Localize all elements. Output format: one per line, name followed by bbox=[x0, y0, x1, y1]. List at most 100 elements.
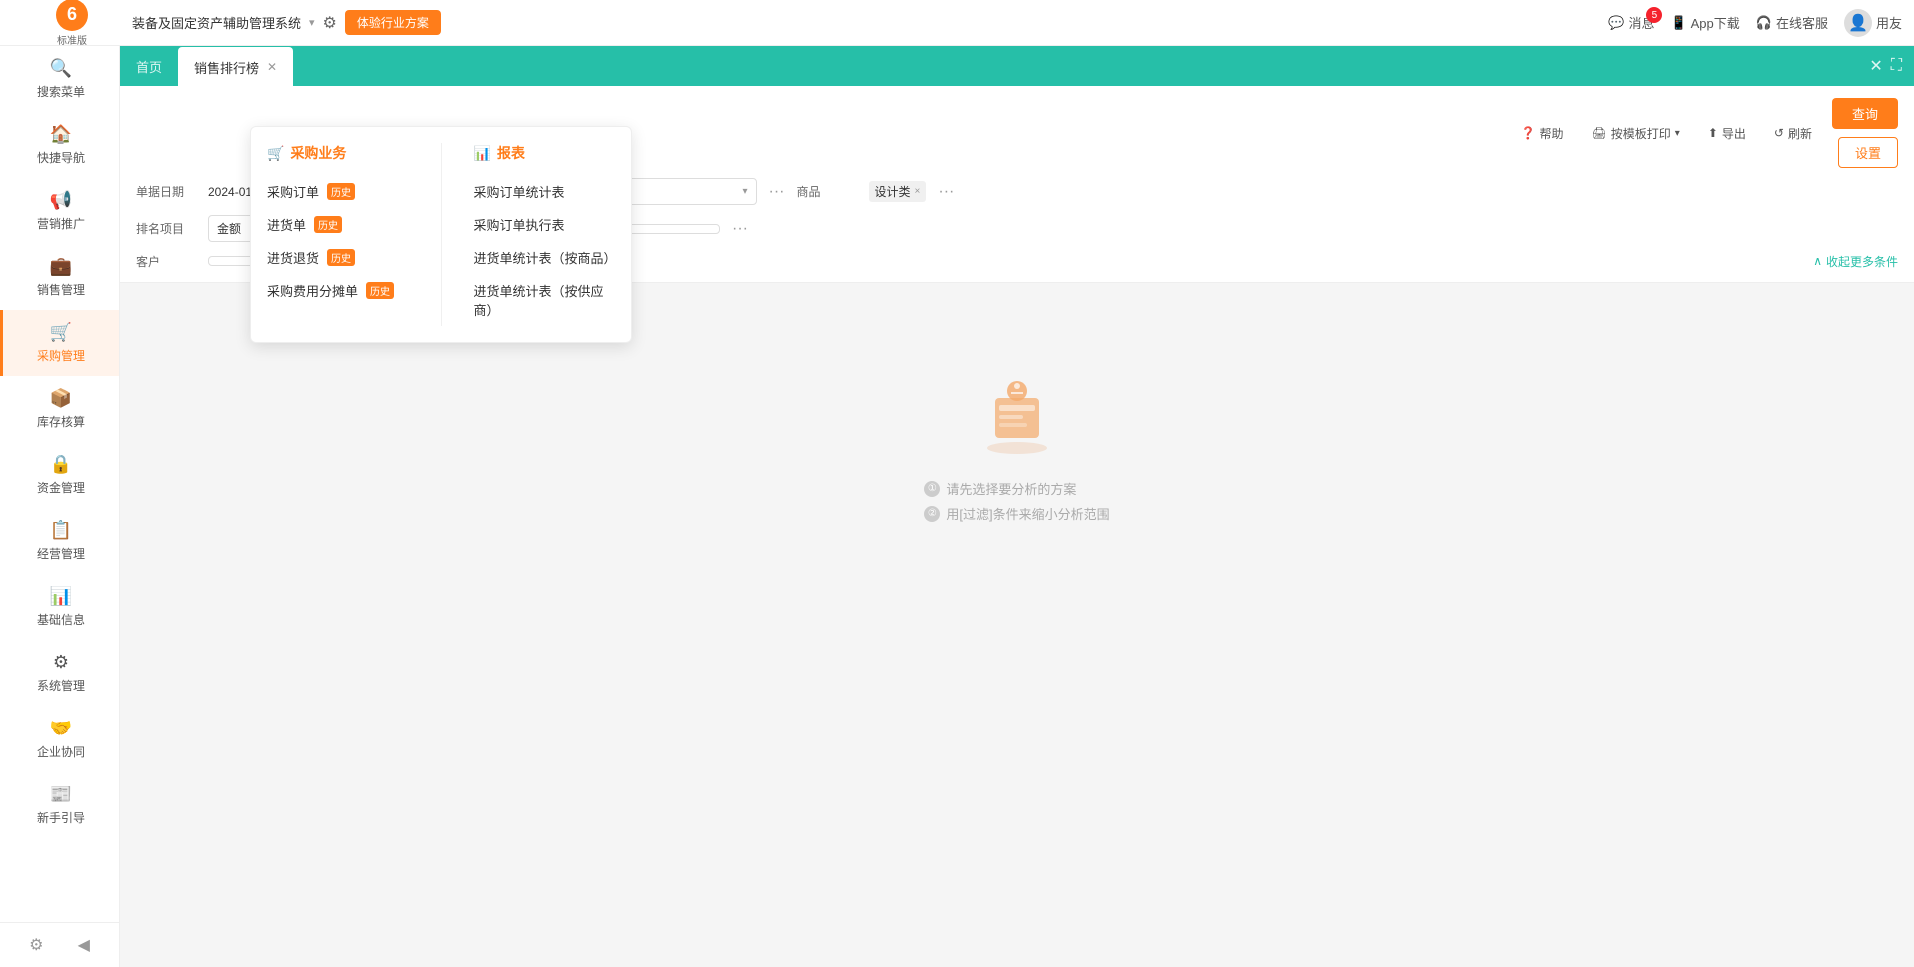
messages-button[interactable]: 💬 消息 5 bbox=[1608, 13, 1654, 32]
sidebar-label-operations: 经营管理 bbox=[37, 545, 85, 562]
sidebar-item-marketing[interactable]: 📢 营销推广 bbox=[0, 178, 119, 244]
sidebar-item-enterprise[interactable]: 🤝 企业协同 bbox=[0, 706, 119, 772]
sidebar-item-capital[interactable]: 🔒 资金管理 bbox=[0, 442, 119, 508]
sidebar-label-search: 搜索菜单 bbox=[37, 83, 85, 100]
dropdown-label-po-execution: 采购订单执行表 bbox=[474, 215, 565, 234]
sidebar-settings-icon[interactable]: ⚙ bbox=[29, 935, 43, 955]
dropdown-label-purchase-fee: 采购费用分摊单 bbox=[267, 281, 358, 300]
sidebar-item-purchase[interactable]: 🛒 采购管理 bbox=[0, 310, 119, 376]
export-button[interactable]: ⬆ 导出 bbox=[1700, 121, 1754, 146]
print-dropdown-icon: ▾ bbox=[1675, 128, 1680, 139]
empty-hints: ① 请先选择要分析的方案 ② 用[过滤]条件来缩小分析范围 bbox=[924, 479, 1109, 523]
export-label: 导出 bbox=[1722, 125, 1746, 142]
help-label: 帮助 bbox=[1540, 125, 1564, 142]
dropdown-item-purchase-fee[interactable]: 采购费用分摊单 历史 bbox=[267, 274, 409, 307]
user-area[interactable]: 👤 用友 bbox=[1844, 9, 1902, 37]
report-col: 📊 报表 采购订单统计表 采购订单执行表 进货单统计表（按商品） 进货单统计表（… bbox=[474, 143, 616, 326]
user-avatar: 👤 bbox=[1844, 9, 1872, 37]
sidebar-label-enterprise: 企业协同 bbox=[37, 743, 85, 760]
collapse-button[interactable]: ∧ 收起更多条件 bbox=[1813, 253, 1898, 270]
online-service-button[interactable]: 🎧 在线客服 bbox=[1756, 13, 1828, 32]
tab-close-all-icon[interactable]: ✕ bbox=[1869, 56, 1882, 76]
customer-label: 客户 bbox=[136, 253, 196, 270]
sidebar-item-guide[interactable]: 📰 新手引导 bbox=[0, 772, 119, 838]
status-select-arrow: ▾ bbox=[742, 186, 747, 197]
user-name: 用友 bbox=[1876, 13, 1902, 32]
sidebar-label-marketing: 营销推广 bbox=[37, 215, 85, 232]
goods-tag-close[interactable]: × bbox=[915, 186, 921, 197]
marketing-icon: 📢 bbox=[50, 190, 72, 211]
sidebar-label-capital: 资金管理 bbox=[37, 479, 85, 496]
enterprise-icon: 🤝 bbox=[50, 718, 72, 739]
tab-bar-right: ✕ ⛶ bbox=[1869, 56, 1914, 76]
goods-more-btn[interactable]: ··· bbox=[938, 183, 954, 201]
hint-1-num: ① bbox=[924, 481, 940, 497]
dropdown-item-po-stats[interactable]: 采购订单统计表 bbox=[474, 175, 616, 208]
system-settings-icon[interactable]: ⚙ bbox=[323, 13, 337, 33]
tab-close-icon[interactable]: ✕ bbox=[267, 60, 277, 74]
dropdown-item-po-execution[interactable]: 采购订单执行表 bbox=[474, 208, 616, 241]
headset-icon: 🎧 bbox=[1756, 15, 1772, 31]
system-title: 装备及固定资产辅助管理系统 bbox=[132, 13, 301, 32]
sidebar-item-operations[interactable]: 📋 经营管理 bbox=[0, 508, 119, 574]
dropdown-item-inbound-stats-goods[interactable]: 进货单统计表（按商品） bbox=[474, 241, 616, 274]
sidebar-label-system: 系统管理 bbox=[37, 677, 85, 694]
capital-icon: 🔒 bbox=[50, 454, 72, 475]
sidebar-item-system[interactable]: ⚙ 系统管理 bbox=[0, 640, 119, 706]
purchase-col: 🛒 采购业务 采购订单 历史 进货单 历史 进货退货 历史 bbox=[267, 143, 409, 326]
help-icon: ❓ bbox=[1521, 126, 1536, 140]
settings-button[interactable]: 设置 bbox=[1838, 137, 1898, 168]
sidebar-label-quick-nav: 快捷导航 bbox=[37, 149, 85, 166]
sidebar-label-inventory: 库存核算 bbox=[37, 413, 85, 430]
help-button[interactable]: ❓ 帮助 bbox=[1513, 121, 1572, 146]
search-icon: 🔍 bbox=[50, 58, 72, 79]
collapse-label: 收起更多条件 bbox=[1826, 253, 1898, 270]
sidebar-item-basic-info[interactable]: 📊 基础信息 bbox=[0, 574, 119, 640]
sidebar-item-inventory[interactable]: 📦 库存核算 bbox=[0, 376, 119, 442]
logo-icon: 6 bbox=[56, 0, 88, 31]
dropdown-label-inbound-return: 进货退货 bbox=[267, 248, 319, 267]
page-content: ❓ 帮助 🖨 按模板打印 ▾ ⬆ 导出 ↺ bbox=[120, 86, 1914, 967]
print-button[interactable]: 🖨 按模板打印 ▾ bbox=[1584, 121, 1688, 146]
dropdown-item-inbound[interactable]: 进货单 历史 bbox=[267, 208, 409, 241]
system-icon: ⚙ bbox=[53, 652, 69, 673]
tab-bar: 首页 销售排行榜 ✕ ✕ ⛶ bbox=[120, 46, 1914, 86]
sidebar-item-sales[interactable]: 💼 销售管理 bbox=[0, 244, 119, 310]
dropdown-label-purchase-order: 采购订单 bbox=[267, 182, 319, 201]
tab-home[interactable]: 首页 bbox=[120, 46, 178, 86]
sales-icon: 💼 bbox=[50, 256, 72, 277]
sidebar-item-search[interactable]: 🔍 搜索菜单 bbox=[0, 46, 119, 112]
dropdown-item-inbound-return[interactable]: 进货退货 历史 bbox=[267, 241, 409, 274]
app-download-button[interactable]: 📱 App下载 bbox=[1670, 13, 1739, 32]
system-dropdown-arrow[interactable]: ▾ bbox=[309, 16, 315, 29]
sidebar-footer: ⚙ ◀ bbox=[0, 922, 119, 967]
sidebar-item-quick-nav[interactable]: 🏠 快捷导航 bbox=[0, 112, 119, 178]
hint-2-text: 用[过滤]条件来缩小分析范围 bbox=[946, 504, 1109, 523]
industry-button[interactable]: 体验行业方案 bbox=[345, 10, 441, 35]
refresh-button[interactable]: ↺ 刷新 bbox=[1766, 121, 1820, 146]
purchase-col-icon: 🛒 bbox=[267, 145, 284, 162]
status-more-btn[interactable]: ··· bbox=[769, 183, 785, 201]
refresh-label: 刷新 bbox=[1788, 125, 1812, 142]
rank-select-value: 金额 bbox=[217, 220, 241, 237]
purchase-col-title: 🛒 采购业务 bbox=[267, 143, 409, 163]
salesperson-more-btn[interactable]: ··· bbox=[732, 220, 748, 238]
sidebar-collapse-icon[interactable]: ◀ bbox=[78, 935, 90, 955]
hint-1-text: 请先选择要分析的方案 bbox=[946, 479, 1076, 498]
app-download-label: App下载 bbox=[1691, 13, 1740, 32]
sidebar: 🔍 搜索菜单 🏠 快捷导航 📢 营销推广 💼 销售管理 🛒 采购管理 📦 库存核… bbox=[0, 46, 120, 967]
empty-hint-2: ② 用[过滤]条件来缩小分析范围 bbox=[924, 504, 1109, 523]
tab-sales-ranking[interactable]: 销售排行榜 ✕ bbox=[178, 47, 293, 87]
dropdown-item-purchase-order[interactable]: 采购订单 历史 bbox=[267, 175, 409, 208]
dropdown-item-inbound-stats-supplier[interactable]: 进货单统计表（按供应商） bbox=[474, 274, 616, 326]
logo-subtext: 标准版 bbox=[57, 32, 87, 47]
query-button[interactable]: 查询 bbox=[1832, 98, 1898, 129]
sidebar-label-guide: 新手引导 bbox=[37, 809, 85, 826]
tab-fullscreen-icon[interactable]: ⛶ bbox=[1891, 57, 1902, 75]
phone-icon: 📱 bbox=[1670, 15, 1686, 31]
empty-illustration bbox=[967, 363, 1067, 463]
sidebar-label-purchase: 采购管理 bbox=[37, 347, 85, 364]
purchase-col-title-text: 采购业务 bbox=[290, 143, 346, 163]
export-icon: ⬆ bbox=[1708, 126, 1718, 140]
print-icon: 🖨 bbox=[1592, 126, 1607, 140]
